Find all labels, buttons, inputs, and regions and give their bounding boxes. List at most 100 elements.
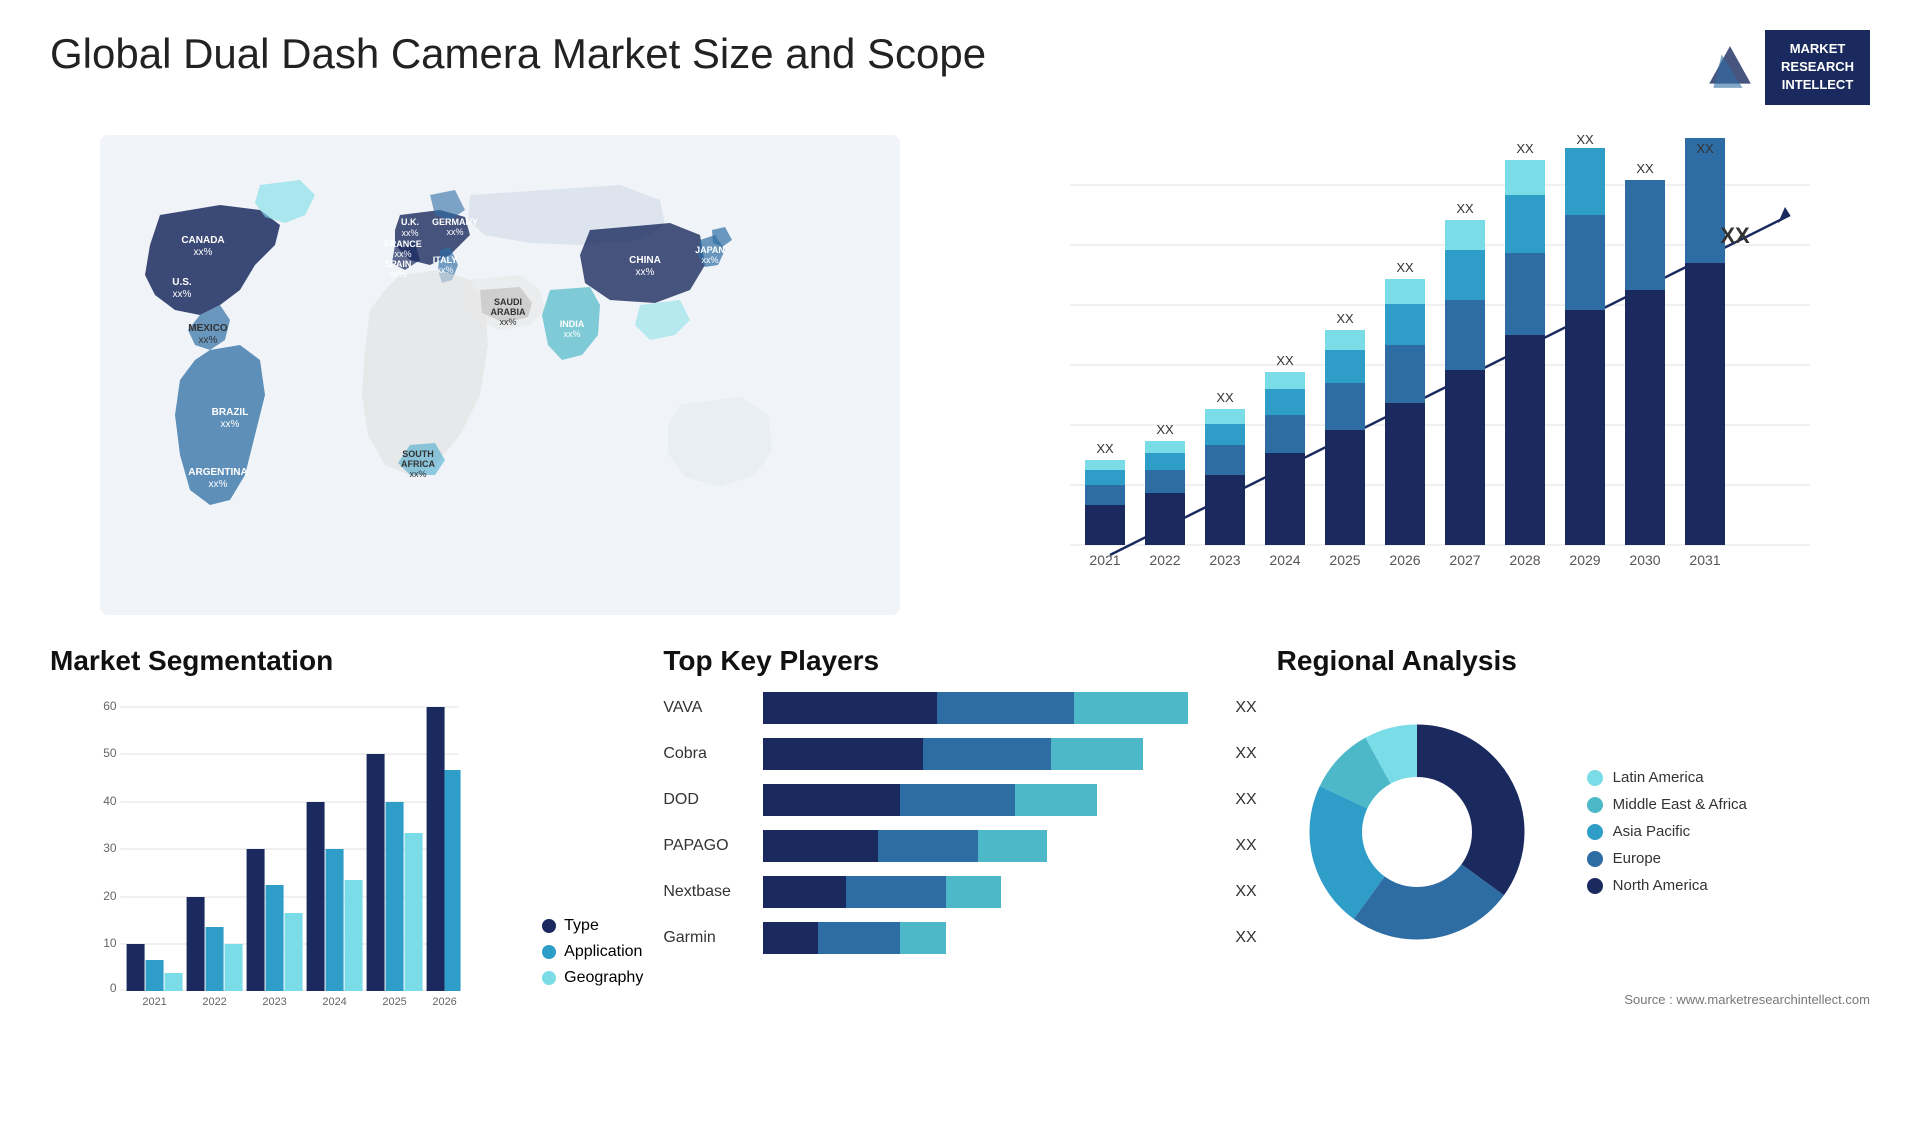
player-bar-cobra: [763, 738, 1220, 770]
seg-legend: Type Application Geography: [542, 917, 643, 987]
bar-seg3-garmin: [900, 922, 946, 954]
svg-text:xx%: xx%: [563, 329, 580, 339]
legend-geography: Geography: [542, 969, 643, 987]
player-name-papago: PAPAGO: [663, 837, 753, 855]
application-dot: [542, 945, 556, 959]
svg-text:xx%: xx%: [446, 227, 463, 237]
bar-chart-section: XX XX XX: [970, 125, 1870, 625]
type-label: Type: [564, 917, 599, 935]
svg-text:xx%: xx%: [173, 289, 192, 300]
svg-text:40: 40: [103, 794, 117, 808]
bar-seg3-dod: [1015, 784, 1097, 816]
svg-text:xx%: xx%: [394, 249, 411, 259]
svg-text:U.S.: U.S.: [172, 277, 192, 288]
svg-text:2025: 2025: [382, 996, 406, 1008]
regional-legend: Latin America Middle East & Africa Asia …: [1587, 769, 1747, 894]
svg-text:2030: 2030: [1629, 552, 1660, 568]
bar-seg2-garmin: [818, 922, 900, 954]
middle-east-dot: [1587, 797, 1603, 813]
svg-text:xx%: xx%: [389, 269, 406, 279]
legend-asia-pacific: Asia Pacific: [1587, 823, 1747, 840]
svg-text:MEXICO: MEXICO: [188, 323, 228, 334]
geography-dot: [542, 971, 556, 985]
svg-text:xx%: xx%: [701, 255, 718, 265]
svg-text:ARABIA: ARABIA: [491, 307, 526, 317]
geography-label: Geography: [564, 969, 643, 987]
page-container: Global Dual Dash Camera Market Size and …: [0, 0, 1920, 1146]
regional-title: Regional Analysis: [1277, 645, 1870, 677]
bar-seg2-vava: [937, 692, 1074, 724]
svg-text:30: 30: [103, 841, 117, 855]
player-name-garmin: Garmin: [663, 929, 753, 947]
svg-text:FRANCE: FRANCE: [384, 239, 422, 249]
svg-text:XX: XX: [1396, 260, 1414, 275]
bar-seg2-dod: [900, 784, 1014, 816]
svg-text:ARGENTINA: ARGENTINA: [188, 467, 247, 478]
application-label: Application: [564, 943, 642, 961]
svg-text:XX: XX: [1456, 201, 1474, 216]
asia-pacific-label: Asia Pacific: [1613, 823, 1691, 840]
player-xx-cobra: XX: [1235, 745, 1256, 763]
legend-type: Type: [542, 917, 643, 935]
seg-svg: 60 50 40 30 20 10 0: [50, 692, 507, 1012]
svg-text:2025: 2025: [1329, 552, 1360, 568]
type-dot: [542, 919, 556, 933]
asia-pacific-dot: [1587, 824, 1603, 840]
player-xx-dod: XX: [1235, 791, 1256, 809]
north-america-dot: [1587, 878, 1603, 894]
svg-text:10: 10: [103, 936, 117, 950]
svg-text:2024: 2024: [1269, 552, 1300, 568]
svg-text:50: 50: [103, 746, 117, 760]
player-papago: PAPAGO XX: [663, 830, 1256, 862]
player-name-vava: VAVA: [663, 699, 753, 717]
svg-text:60: 60: [103, 699, 117, 713]
legend-application: Application: [542, 943, 643, 961]
donut-svg: [1277, 692, 1557, 972]
svg-text:XX: XX: [1096, 441, 1114, 456]
bar-seg1-papago: [763, 830, 877, 862]
bar-seg2-nextbase: [846, 876, 947, 908]
donut-chart: [1277, 692, 1557, 972]
key-players-section: Top Key Players VAVA XX Cobra: [663, 645, 1256, 1017]
svg-text:JAPAN: JAPAN: [695, 245, 725, 255]
header: Global Dual Dash Camera Market Size and …: [50, 30, 1870, 105]
player-bar-vava: [763, 692, 1220, 724]
bottom-row: Market Segmentation 60 50 40 30 20 10 0: [50, 645, 1870, 1017]
svg-text:U.K.: U.K.: [401, 217, 419, 227]
player-cobra: Cobra XX: [663, 738, 1256, 770]
seg-content: 60 50 40 30 20 10 0: [50, 692, 643, 1017]
svg-text:XX: XX: [1516, 141, 1534, 156]
europe-dot: [1587, 851, 1603, 867]
bar-seg3-cobra: [1051, 738, 1142, 770]
svg-text:SAUDI: SAUDI: [494, 297, 522, 307]
latin-america-label: Latin America: [1613, 769, 1704, 786]
map-section: CANADA xx% U.S. xx% MEXICO xx% BRAZIL xx…: [50, 125, 950, 625]
svg-text:2023: 2023: [1209, 552, 1240, 568]
bar-seg3-vava: [1074, 692, 1188, 724]
top-row: CANADA xx% U.S. xx% MEXICO xx% BRAZIL xx…: [50, 125, 1870, 625]
svg-text:CANADA: CANADA: [181, 235, 224, 246]
player-nextbase: Nextbase XX: [663, 876, 1256, 908]
svg-text:2026: 2026: [1389, 552, 1420, 568]
svg-text:xx%: xx%: [636, 267, 655, 278]
seg-chart: 60 50 40 30 20 10 0: [50, 692, 507, 1017]
regional-section: Regional Analysis: [1277, 645, 1870, 1017]
bar-seg1-garmin: [763, 922, 818, 954]
svg-text:2026: 2026: [432, 996, 456, 1008]
svg-text:xx%: xx%: [221, 419, 240, 430]
svg-text:xx%: xx%: [409, 469, 426, 479]
svg-text:SOUTH: SOUTH: [402, 449, 434, 459]
player-xx-papago: XX: [1235, 837, 1256, 855]
svg-text:XX: XX: [1720, 223, 1750, 248]
bar-seg1-dod: [763, 784, 900, 816]
svg-text:ITALY: ITALY: [433, 255, 458, 265]
legend-europe: Europe: [1587, 850, 1747, 867]
players-list: VAVA XX Cobra XX: [663, 692, 1256, 954]
svg-text:XX: XX: [1636, 161, 1654, 176]
player-garmin: Garmin XX: [663, 922, 1256, 954]
svg-text:XX: XX: [1336, 311, 1354, 326]
svg-text:GERMANY: GERMANY: [432, 217, 478, 227]
svg-text:2021: 2021: [1089, 552, 1120, 568]
svg-text:2028: 2028: [1509, 552, 1540, 568]
svg-text:xx%: xx%: [209, 479, 228, 490]
